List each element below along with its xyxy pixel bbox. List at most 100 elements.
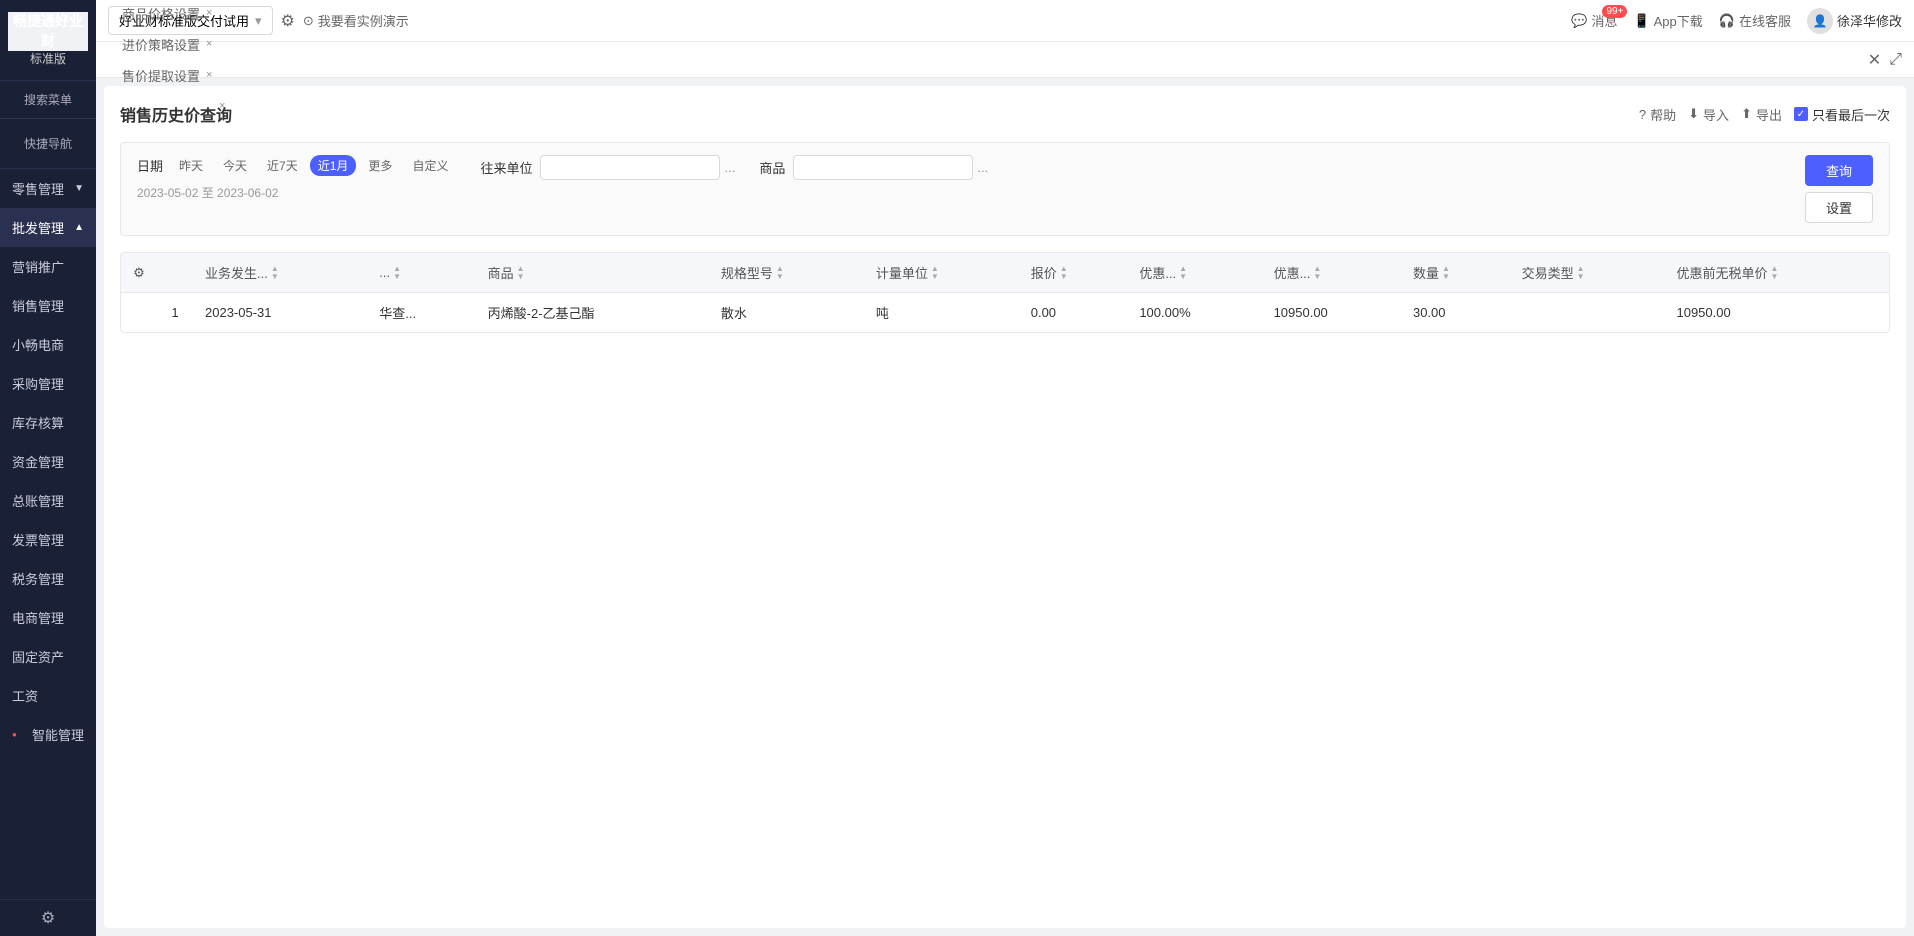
- sidebar-item-label: 库存核算: [12, 413, 64, 432]
- demo-link[interactable]: ⊙ 我要看实例演示: [303, 11, 409, 30]
- cell-spec: 散水: [709, 293, 864, 333]
- chevron-down-icon: ▼: [74, 183, 84, 194]
- th-pretax_price[interactable]: 优惠前无税单价▲▼: [1664, 253, 1889, 293]
- sidebar-item-smart[interactable]: 智能管理: [0, 715, 96, 754]
- date-option-more[interactable]: 更多: [360, 155, 400, 176]
- cell-row-gear[interactable]: [121, 293, 157, 333]
- cell-trade_type: [1510, 293, 1665, 333]
- col-sort-qty[interactable]: 数量▲▼: [1413, 263, 1450, 282]
- date-range-text: 2023-05-02 至 2023-06-02: [137, 184, 456, 201]
- date-option-yesterday[interactable]: 昨天: [171, 155, 211, 176]
- customer-input-wrap: ...: [540, 155, 735, 180]
- tab-close-icon[interactable]: ×: [219, 131, 225, 143]
- sidebar-item-sales[interactable]: 销售管理: [0, 286, 96, 325]
- col-sort-biz_date[interactable]: 业务发生...▲▼: [205, 263, 279, 282]
- th-discount_pct[interactable]: 优惠...▲▼: [1127, 253, 1261, 293]
- maximize-icon[interactable]: ⤢: [1889, 51, 1902, 69]
- settings-button[interactable]: 设置: [1805, 192, 1873, 223]
- import-icon: ⬇: [1688, 106, 1699, 122]
- col-sort-pretax_price[interactable]: 优惠前无税单价▲▼: [1676, 263, 1778, 282]
- question-icon: ?: [1639, 107, 1646, 122]
- date-option-today[interactable]: 今天: [215, 155, 255, 176]
- app-download-button[interactable]: 📱 App下载: [1633, 11, 1702, 30]
- th-qty[interactable]: 数量▲▼: [1401, 253, 1510, 293]
- online-service-label: 在线客服: [1739, 11, 1791, 30]
- th-num: [157, 253, 193, 293]
- sidebar-item-marketing[interactable]: 营销推广: [0, 247, 96, 286]
- sidebar-item-label: 采购管理: [12, 374, 64, 393]
- app-logo-sub: 标准版: [8, 51, 88, 68]
- th-spec[interactable]: 规格型号▲▼: [709, 253, 864, 293]
- date-option-last1month[interactable]: 近1月: [310, 155, 357, 176]
- page-actions: ? 帮助 ⬇ 导入 ⬆ 导出 ✓ 只看最后一次: [1639, 105, 1890, 124]
- th-biz_date[interactable]: 业务发生...▲▼: [193, 253, 367, 293]
- product-dots-button[interactable]: ...: [977, 160, 988, 175]
- topbar-gear-icon[interactable]: ⚙: [281, 11, 295, 31]
- close-window-icon[interactable]: ✕: [1868, 50, 1881, 70]
- col-sort-product[interactable]: 商品▲▼: [488, 263, 525, 282]
- sidebar-item-purchase[interactable]: 采购管理: [0, 364, 96, 403]
- import-label: 导入: [1703, 105, 1729, 124]
- sidebar-item-fixed_assets[interactable]: 固定资产: [0, 637, 96, 676]
- th-product[interactable]: 商品▲▼: [476, 253, 709, 293]
- help-button[interactable]: ? 帮助: [1639, 105, 1676, 124]
- table-body: 12023-05-31华查...丙烯酸-2-乙基己酯散水吨0.00100.00%…: [121, 293, 1889, 333]
- sidebar-search[interactable]: 搜索菜单: [0, 81, 96, 119]
- product-filter-label: 商品: [759, 158, 785, 177]
- tab-label: 进价策略设置: [122, 35, 200, 54]
- sidebar-item-ledger[interactable]: 总账管理: [0, 481, 96, 520]
- query-button[interactable]: 查询: [1805, 155, 1873, 186]
- tab-purchase_strategy[interactable]: 进价策略设置 ×: [108, 29, 239, 60]
- col-sort-discount_amt[interactable]: 优惠...▲▼: [1274, 263, 1322, 282]
- th-quote[interactable]: 报价▲▼: [1019, 253, 1128, 293]
- online-service-button[interactable]: 🎧 在线客服: [1719, 11, 1791, 30]
- customer-dots-button[interactable]: ...: [724, 160, 735, 175]
- th-extra[interactable]: ...▲▼: [367, 253, 475, 293]
- export-icon: ⬆: [1741, 106, 1752, 122]
- sidebar-item-finance[interactable]: 资金管理: [0, 442, 96, 481]
- product-input[interactable]: [793, 155, 973, 180]
- th-gear[interactable]: ⚙: [121, 253, 157, 293]
- th-discount_amt[interactable]: 优惠...▲▼: [1262, 253, 1401, 293]
- only-last-checkbox[interactable]: ✓ 只看最后一次: [1794, 105, 1890, 124]
- col-sort-quote[interactable]: 报价▲▼: [1031, 263, 1068, 282]
- col-sort-trade_type[interactable]: 交易类型▲▼: [1522, 263, 1585, 282]
- col-sort-extra[interactable]: ...▲▼: [379, 265, 401, 281]
- message-icon: 💬: [1571, 13, 1587, 29]
- data-table: ⚙ 业务发生...▲▼ ...▲▼ 商品▲▼ 规格型号▲▼ 计量单位▲▼ 报价▲▼ 优惠...…: [121, 253, 1889, 332]
- customer-filter-group: 往来单位 ...: [480, 155, 735, 180]
- user-menu[interactable]: 👤 徐泽华修改: [1807, 8, 1902, 34]
- tab-price[interactable]: 商品价格设置×: [108, 0, 239, 29]
- customer-input[interactable]: [540, 155, 720, 180]
- main-area: 好业财标准版交付试用 ▾ ⚙ ⊙ 我要看实例演示 💬 消息 99+ 📱 App下…: [96, 0, 1914, 936]
- th-unit[interactable]: 计量单位▲▼: [864, 253, 1019, 293]
- export-button[interactable]: ⬆ 导出: [1741, 105, 1782, 124]
- col-sort-spec[interactable]: 规格型号▲▼: [721, 263, 784, 282]
- date-option-last7[interactable]: 近7天: [259, 155, 306, 176]
- customer-filter-label: 往来单位: [480, 158, 532, 177]
- sidebar-item-inventory[interactable]: 库存核算: [0, 403, 96, 442]
- import-button[interactable]: ⬇ 导入: [1688, 105, 1729, 124]
- col-sort-unit[interactable]: 计量单位▲▼: [876, 263, 939, 282]
- topbar: 好业财标准版交付试用 ▾ ⚙ ⊙ 我要看实例演示 💬 消息 99+ 📱 App下…: [96, 0, 1914, 42]
- sidebar-item-retail[interactable]: 零售管理▼: [0, 169, 96, 208]
- tab-close-icon[interactable]: ×: [219, 100, 225, 112]
- sidebar-item-payroll[interactable]: 工资: [0, 676, 96, 715]
- tab-close-icon[interactable]: ×: [206, 7, 212, 19]
- sidebar-bottom: ⚙: [0, 899, 96, 936]
- sidebar-gear-icon[interactable]: ⚙: [8, 908, 88, 928]
- sidebar-item-wholesale[interactable]: 批发管理▲: [0, 208, 96, 247]
- date-option-custom[interactable]: 自定义: [404, 155, 456, 176]
- sidebar-item-ecommerce_small[interactable]: 小畅电商: [0, 325, 96, 364]
- tab-close-icon[interactable]: ×: [206, 38, 212, 50]
- sidebar-item-invoice[interactable]: 发票管理: [0, 520, 96, 559]
- th-trade_type[interactable]: 交易类型▲▼: [1510, 253, 1665, 293]
- sidebar-item-ecommerce[interactable]: 电商管理: [0, 598, 96, 637]
- cell-qty: 30.00: [1401, 293, 1510, 333]
- col-sort-discount_pct[interactable]: 优惠...▲▼: [1139, 263, 1187, 282]
- sidebar-item-tax[interactable]: 税务管理: [0, 559, 96, 598]
- messages-button[interactable]: 💬 消息 99+: [1571, 11, 1617, 30]
- sidebar-quick-nav-label[interactable]: 快捷导航: [0, 127, 96, 160]
- table-row: 12023-05-31华查...丙烯酸-2-乙基己酯散水吨0.00100.00%…: [121, 293, 1889, 333]
- tab-close-icon[interactable]: ×: [206, 69, 212, 81]
